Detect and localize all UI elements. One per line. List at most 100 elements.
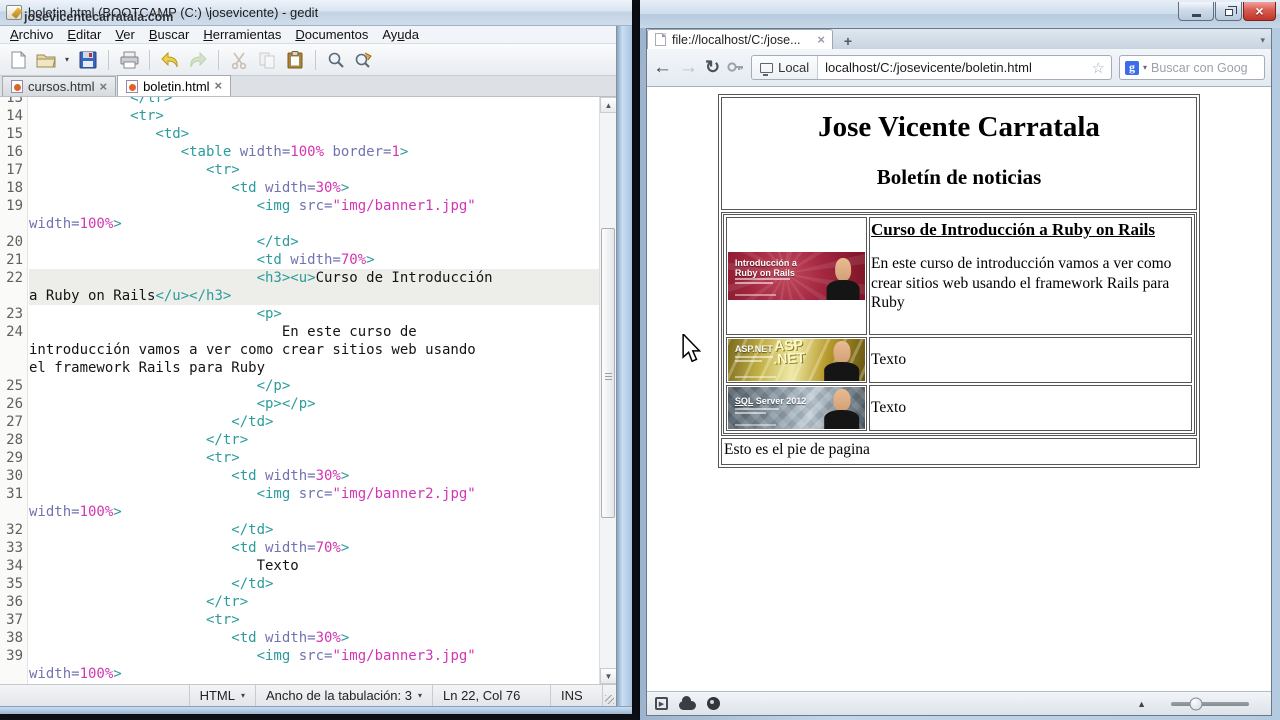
editor-tab-boletin[interactable]: boletin.html ×: [117, 75, 232, 96]
url-text[interactable]: localhost/C:/josevicente/boletin.html: [818, 60, 1085, 75]
tab-list-icon[interactable]: ▾: [1260, 35, 1265, 46]
resize-grip[interactable]: [602, 685, 616, 706]
insert-mode-indicator: INS: [550, 685, 602, 706]
cloud-addon-icon[interactable]: [679, 695, 696, 710]
newsletter-outer-table: Jose Vicente Carratala Boletín de notici…: [718, 94, 1200, 468]
code-line[interactable]: 33 <td width=70%>: [0, 539, 599, 557]
code-line[interactable]: width=100%>: [0, 665, 599, 683]
gedit-statusbar: HTML ▾ Ancho de la tabulación: 3 ▾ Ln 22…: [0, 684, 616, 706]
code-line[interactable]: 38 <td width=30%>: [0, 629, 599, 647]
code-line[interactable]: 32 </td>: [0, 521, 599, 539]
zoom-slider-thumb[interactable]: [1189, 697, 1203, 710]
code-line[interactable]: 29 <tr>: [0, 449, 599, 467]
code-line[interactable]: a Ruby on Rails</u></h3>: [0, 287, 599, 305]
paste-icon[interactable]: [283, 48, 307, 72]
identity-label: Local: [778, 60, 810, 75]
code-line[interactable]: 36 </tr>: [0, 593, 599, 611]
search-icon[interactable]: [324, 48, 348, 72]
new-tab-button[interactable]: +: [836, 32, 860, 49]
code-line[interactable]: 19 <img src="img/banner1.jpg": [0, 197, 599, 215]
menu-ver[interactable]: Ver: [111, 27, 145, 42]
code-line[interactable]: 17 <tr>: [0, 161, 599, 179]
code-text: </tr>: [206, 432, 249, 448]
zoom-slider[interactable]: [1171, 697, 1249, 710]
zoom-expand-icon[interactable]: ▲: [1137, 699, 1146, 709]
url-bar[interactable]: Local localhost/C:/josevicente/boletin.h…: [751, 55, 1112, 80]
code-line[interactable]: 16 <table width=100% border=1>: [0, 143, 599, 161]
open-file-icon[interactable]: [34, 48, 58, 72]
code-text: </td>: [231, 522, 274, 538]
code-line[interactable]: 26 <p></p>: [0, 395, 599, 413]
back-icon[interactable]: ←: [653, 58, 672, 77]
scrollbar-down-icon[interactable]: ▼: [600, 668, 616, 684]
language-mode-dropdown[interactable]: HTML ▾: [188, 685, 255, 706]
code-line[interactable]: width=100%>: [0, 503, 599, 521]
code-line[interactable]: width=100%>: [0, 215, 599, 233]
menu-editar[interactable]: Editar: [63, 27, 111, 42]
code-line[interactable]: introducción vamos a ver como crear siti…: [0, 341, 599, 359]
redo-icon[interactable]: [186, 48, 210, 72]
key-icon[interactable]: [727, 60, 744, 78]
undo-icon[interactable]: [158, 48, 182, 72]
cut-icon[interactable]: [227, 48, 251, 72]
scrollbar-up-icon[interactable]: ▲: [600, 97, 616, 113]
tab-close-icon[interactable]: ×: [817, 33, 825, 46]
code-line[interactable]: 39 <img src="img/banner3.jpg": [0, 647, 599, 665]
menu-archivo[interactable]: Archivo: [6, 27, 63, 42]
tab-close-icon[interactable]: ×: [215, 79, 223, 92]
search-box[interactable]: g ▾ Buscar con Goog: [1119, 55, 1265, 80]
code-line[interactable]: 18 <td width=30%>: [0, 179, 599, 197]
code-line[interactable]: 30 <td width=30%>: [0, 467, 599, 485]
browser-titlebar[interactable]: ×: [640, 0, 1280, 28]
code-line[interactable]: 37 <tr>: [0, 611, 599, 629]
banner-footer-line: [734, 423, 776, 426]
gedit-titlebar[interactable]: boletin.html (BOOTCAMP (C:) \josevicente…: [0, 0, 632, 26]
code-line[interactable]: 31 <img src="img/banner2.jpg": [0, 485, 599, 503]
print-icon[interactable]: [117, 48, 141, 72]
save-icon[interactable]: [76, 48, 100, 72]
code-line[interactable]: 34 Texto: [0, 557, 599, 575]
tab-close-icon[interactable]: ×: [99, 80, 107, 93]
code-line[interactable]: 27 </td>: [0, 413, 599, 431]
menu-documentos[interactable]: Documentos: [291, 27, 378, 42]
code-line[interactable]: 13 </tr>: [0, 97, 599, 107]
reload-icon[interactable]: ↻: [705, 58, 720, 77]
code-line[interactable]: 23 <p>: [0, 305, 599, 323]
search-engine-dropdown-icon[interactable]: ▾: [1143, 63, 1147, 72]
browser-tab[interactable]: file://localhost/C:/jose... ×: [647, 29, 833, 49]
menu-herramientas[interactable]: Herramientas: [199, 27, 291, 42]
code-line[interactable]: 25 </p>: [0, 377, 599, 395]
gedit-tabbar: cursos.html × boletin.html ×: [0, 75, 616, 97]
addon-icon[interactable]: [707, 697, 720, 710]
code-line[interactable]: 21 <td width=70%>: [0, 251, 599, 269]
site-identity-chip[interactable]: Local: [752, 56, 819, 79]
close-button[interactable]: ×: [1243, 2, 1276, 21]
tab-width-dropdown[interactable]: Ancho de la tabulación: 3 ▾: [254, 685, 432, 706]
sidebar-toggle-icon[interactable]: ▶: [655, 697, 668, 710]
open-dropdown-icon[interactable]: ▾: [62, 48, 72, 72]
bookmark-star-icon[interactable]: ☆: [1086, 59, 1111, 77]
minimize-button[interactable]: [1178, 2, 1214, 21]
code-line[interactable]: 22 <h3><u>Curso de Introducción: [0, 269, 599, 287]
code-line[interactable]: 24 En este curso de: [0, 323, 599, 341]
code-line[interactable]: 28 </tr>: [0, 431, 599, 449]
editor-scrollbar[interactable]: ▲ ▼: [599, 97, 616, 684]
line-number: 33: [6, 540, 23, 556]
code-editor[interactable]: 13 </tr> 14 <tr> 15 <td> 16 <table width=100% b…: [0, 97, 616, 684]
code-line[interactable]: 14 <tr>: [0, 107, 599, 125]
search-replace-icon[interactable]: [352, 48, 376, 72]
forward-icon[interactable]: →: [679, 58, 698, 77]
code-text: <img src="img/banner3.jpg": [256, 648, 476, 664]
scrollbar-thumb[interactable]: [601, 228, 615, 518]
google-icon[interactable]: g: [1125, 60, 1139, 75]
menu-buscar[interactable]: Buscar: [145, 27, 199, 42]
code-line[interactable]: 35 </td>: [0, 575, 599, 593]
code-line[interactable]: 15 <td>: [0, 125, 599, 143]
editor-tab-cursos[interactable]: cursos.html ×: [2, 76, 117, 96]
restore-button[interactable]: [1215, 2, 1242, 21]
new-document-icon[interactable]: [6, 48, 30, 72]
menu-ayuda[interactable]: Ayuda: [378, 27, 429, 42]
code-line[interactable]: 20 </td>: [0, 233, 599, 251]
code-line[interactable]: el framework Rails para Ruby: [0, 359, 599, 377]
copy-icon[interactable]: [255, 48, 279, 72]
